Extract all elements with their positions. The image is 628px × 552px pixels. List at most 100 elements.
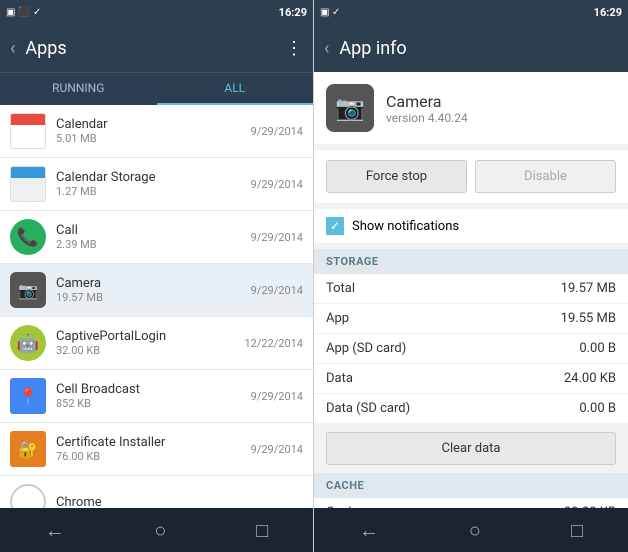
app-info-calendar-storage: Calendar Storage 1.27 MB (56, 170, 251, 198)
app-name: Cell Broadcast (56, 382, 251, 397)
notifications-checkbox[interactable]: ✓ (326, 217, 344, 235)
list-item[interactable]: Calendar 5.01 MB 9/29/2014 (0, 105, 313, 158)
cache-row: Cache 88.00 KB (314, 498, 628, 508)
storage-total-value: 19.57 MB (561, 281, 616, 296)
app-size: 5.01 MB (56, 132, 251, 145)
back-nav-button-right[interactable]: ← (339, 510, 399, 551)
storage-app-sd-value: 0.00 B (579, 341, 616, 356)
list-item[interactable]: 📞 Call 2.39 MB 9/29/2014 (0, 211, 313, 264)
notification-icons: ▣ ⬛ ✓ (6, 7, 41, 18)
app-name: CaptivePortalLogin (56, 329, 244, 344)
back-button-right[interactable]: ‹ (324, 38, 329, 59)
menu-button[interactable]: ⋮ (285, 38, 303, 59)
status-time-left: 16:29 (279, 6, 307, 19)
cert-icon: 🔐 (10, 431, 46, 467)
app-date: 12/22/2014 (244, 337, 303, 350)
app-version: version 4.40.24 (386, 111, 468, 125)
list-item[interactable]: 🤖 CaptivePortalLogin 32.00 KB 12/22/2014 (0, 317, 313, 370)
list-item[interactable]: 📷 Camera 19.57 MB 9/29/2014 (0, 264, 313, 317)
right-header: ‹ App info (314, 24, 628, 72)
storage-total-row: Total 19.57 MB (314, 274, 628, 304)
notification-icons-right: ▣ ✓ (320, 7, 340, 18)
status-icons-right: ▣ ✓ (320, 7, 340, 18)
storage-data-label: Data (326, 371, 353, 386)
chrome-icon (10, 484, 46, 508)
left-panel: ▣ ⬛ ✓ 16:29 ‹ Apps ⋮ RUNNING ALL Calenda… (0, 0, 314, 552)
storage-app-label: App (326, 311, 349, 326)
app-name: Certificate Installer (56, 435, 251, 450)
list-item[interactable]: 🔐 Certificate Installer 76.00 KB 9/29/20… (0, 423, 313, 476)
app-detail-name: Camera (386, 92, 468, 111)
app-list: Calendar 5.01 MB 9/29/2014 Calendar Stor… (0, 105, 313, 508)
storage-total-label: Total (326, 281, 355, 296)
action-buttons: Force stop Disable (314, 150, 628, 203)
cell-broadcast-icon: 📍 (10, 378, 46, 414)
storage-section-header: STORAGE (314, 249, 628, 274)
captive-icon: 🤖 (10, 325, 46, 361)
app-info-top-text: Camera version 4.40.24 (386, 92, 468, 125)
app-date: 9/29/2014 (251, 178, 303, 191)
app-info-cert: Certificate Installer 76.00 KB (56, 435, 251, 463)
force-stop-button[interactable]: Force stop (326, 160, 467, 193)
app-size: 852 KB (56, 397, 251, 410)
recents-nav-button-right[interactable]: □ (551, 510, 603, 551)
storage-app-value: 19.55 MB (561, 311, 616, 326)
disable-button[interactable]: Disable (475, 160, 616, 193)
tab-all[interactable]: ALL (157, 73, 314, 105)
app-info-top: 📷 Camera version 4.40.24 (314, 72, 628, 144)
app-name: Calendar (56, 117, 251, 132)
storage-data-sd-label: Data (SD card) (326, 401, 410, 416)
app-info-chrome: Chrome (56, 495, 303, 509)
tabs-bar: RUNNING ALL (0, 72, 313, 105)
camera-icon-list: 📷 (10, 272, 46, 308)
page-title-left: Apps (25, 38, 285, 59)
app-name: Calendar Storage (56, 170, 251, 185)
status-bar-right: ▣ ✓ 16:29 (314, 0, 628, 24)
status-icons-left: ▣ ⬛ ✓ (6, 7, 41, 18)
app-date: 9/29/2014 (251, 284, 303, 297)
storage-data-row: Data 24.00 KB (314, 364, 628, 394)
tab-running[interactable]: RUNNING (0, 73, 157, 105)
app-size: 2.39 MB (56, 238, 251, 251)
notifications-row[interactable]: ✓ Show notifications (314, 209, 628, 243)
storage-data-sd-value: 0.00 B (579, 401, 616, 416)
home-nav-button-right[interactable]: ○ (449, 510, 501, 551)
back-nav-button[interactable]: ← (25, 510, 85, 551)
app-date: 9/29/2014 (251, 443, 303, 456)
calendar-icon (10, 113, 46, 149)
camera-icon-large: 📷 (326, 84, 374, 132)
list-item[interactable]: 📍 Cell Broadcast 852 KB 9/29/2014 (0, 370, 313, 423)
notifications-label: Show notifications (352, 219, 459, 234)
home-nav-button[interactable]: ○ (134, 510, 186, 551)
list-item[interactable]: Chrome (0, 476, 313, 508)
bottom-nav-right: ← ○ □ (314, 508, 628, 552)
app-info-call: Call 2.39 MB (56, 223, 251, 251)
clear-data-button[interactable]: Clear data (326, 432, 616, 465)
storage-app-sd-row: App (SD card) 0.00 B (314, 334, 628, 364)
list-item[interactable]: Calendar Storage 1.27 MB 9/29/2014 (0, 158, 313, 211)
cache-section-header: CACHE (314, 473, 628, 498)
app-size: 1.27 MB (56, 185, 251, 198)
status-time-right: 16:29 (594, 6, 622, 19)
app-name: Call (56, 223, 251, 238)
bottom-nav-left: ← ○ □ (0, 508, 313, 552)
left-header: ‹ Apps ⋮ (0, 24, 313, 72)
app-date: 9/29/2014 (251, 390, 303, 403)
storage-app-row: App 19.55 MB (314, 304, 628, 334)
storage-app-sd-label: App (SD card) (326, 341, 406, 356)
app-info-captive: CaptivePortalLogin 32.00 KB (56, 329, 244, 357)
app-info-camera: Camera 19.57 MB (56, 276, 251, 304)
recents-nav-button[interactable]: □ (236, 510, 288, 551)
app-info-cell: Cell Broadcast 852 KB (56, 382, 251, 410)
app-name: Camera (56, 276, 251, 291)
back-button-left[interactable]: ‹ (10, 38, 15, 59)
app-info-content: 📷 Camera version 4.40.24 Force stop Disa… (314, 72, 628, 508)
app-size: 32.00 KB (56, 344, 244, 357)
app-info-calendar: Calendar 5.01 MB (56, 117, 251, 145)
page-title-right: App info (339, 38, 618, 59)
storage-data-sd-row: Data (SD card) 0.00 B (314, 394, 628, 424)
storage-data-value: 24.00 KB (564, 371, 616, 386)
right-panel: ▣ ✓ 16:29 ‹ App info 📷 Camera version 4.… (314, 0, 628, 552)
status-bar-left: ▣ ⬛ ✓ 16:29 (0, 0, 313, 24)
app-name: Chrome (56, 495, 303, 509)
